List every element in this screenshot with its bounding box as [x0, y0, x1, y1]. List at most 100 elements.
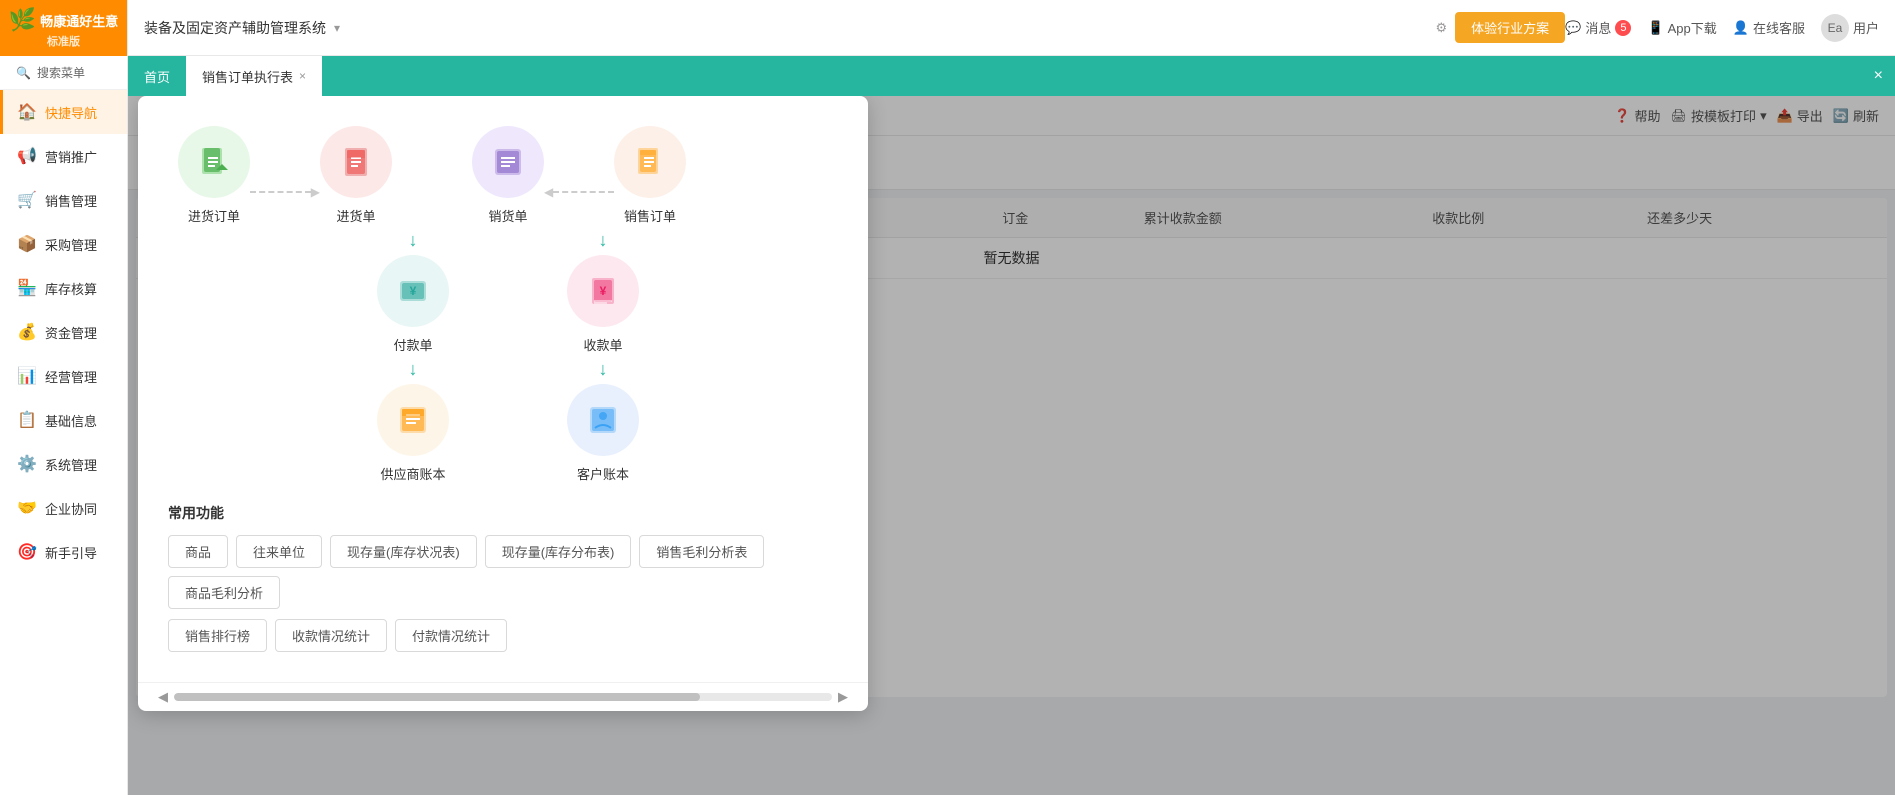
scroll-right-btn[interactable]: ▶	[838, 689, 848, 705]
message-btn[interactable]: 💬 消息 5	[1565, 18, 1631, 37]
sidebar-item-finance[interactable]: 💰 资金管理	[0, 310, 127, 354]
flow-node-purchase-bill[interactable]: 进货单	[320, 126, 392, 225]
supplier-ledger-circle[interactable]	[377, 384, 449, 456]
flow-node-payment-bill[interactable]: ¥ 付款单	[358, 255, 468, 354]
tab-close-icon[interactable]: ×	[299, 69, 306, 83]
flow-row-1: 进货订单 ▶	[178, 126, 828, 225]
payment-bill-circle[interactable]: ¥	[377, 255, 449, 327]
common-functions-title: 常用功能	[168, 503, 838, 523]
down-arrow-2: ↓	[599, 231, 608, 249]
operation-icon: 📊	[17, 366, 37, 386]
search-label: 搜索菜单	[37, 64, 85, 81]
sidebar-item-label: 快捷导航	[45, 103, 97, 122]
message-icon: 💬	[1565, 20, 1581, 36]
sidebar-item-quick-nav[interactable]: 🏠 快捷导航	[0, 90, 127, 134]
logo-sub: 标准版	[47, 33, 80, 49]
sales-bill-circle[interactable]	[472, 126, 544, 198]
user-menu[interactable]: Ea 用户	[1821, 14, 1879, 42]
down-arrow-3: ↓	[409, 360, 418, 378]
scroll-left-btn[interactable]: ◀	[158, 689, 168, 705]
search-icon: 🔍	[16, 66, 31, 80]
main-area: 装备及固定资产辅助管理系统 ▾ ⚙ 体验行业方案 💬 消息 5 📱 App下载 …	[128, 0, 1895, 795]
sidebar-item-system[interactable]: ⚙️ 系统管理	[0, 442, 127, 486]
btn-product[interactable]: 商品	[168, 535, 228, 568]
purchase-order-circle[interactable]	[178, 126, 250, 198]
system-title: 装备及固定资产辅助管理系统	[144, 18, 326, 38]
flow-node-customer-ledger[interactable]: 客户账本	[548, 384, 658, 483]
sidebar-item-label: 库存核算	[45, 279, 97, 298]
sidebar-item-marketing[interactable]: 📢 营销推广	[0, 134, 127, 178]
flow-node-supplier-ledger[interactable]: 供应商账本	[358, 384, 468, 483]
sidebar-item-label: 新手引导	[45, 543, 97, 562]
sidebar-item-newbie[interactable]: 🎯 新手引导	[0, 530, 127, 574]
btn-stock-dist[interactable]: 现存量(库存分布表)	[485, 535, 632, 568]
sidebar-item-label: 企业协同	[45, 499, 97, 518]
service-icon: 👤	[1733, 20, 1749, 36]
close-all-tabs[interactable]: ×	[1874, 67, 1883, 85]
svg-text:¥: ¥	[410, 284, 417, 298]
enterprise-icon: 🤝	[17, 498, 37, 518]
message-badge: 5	[1615, 20, 1631, 36]
content-area: ❓ 帮助 🖨 按模板打印 ▾ 📤 导出 🔄 刷新	[128, 96, 1895, 795]
scroll-thumb	[174, 693, 700, 701]
inventory-icon: 🏪	[17, 278, 37, 298]
btn-payment-stat[interactable]: 付款情况统计	[395, 619, 507, 652]
flow-node-receipt-bill[interactable]: ¥ 收款单	[548, 255, 658, 354]
btn-receipt-stat[interactable]: 收款情况统计	[275, 619, 387, 652]
sidebar-item-inventory[interactable]: 🏪 库存核算	[0, 266, 127, 310]
purchase-bill-circle[interactable]	[320, 126, 392, 198]
basic-icon: 📋	[17, 410, 37, 430]
app-download-label: App下载	[1668, 18, 1717, 37]
customer-ledger-circle[interactable]	[567, 384, 639, 456]
btn-product-margin[interactable]: 商品毛利分析	[168, 576, 280, 609]
scroll-hint: ◀ ▶	[138, 682, 868, 711]
message-label: 消息	[1585, 18, 1611, 37]
sales-bill-label: 销货单	[488, 206, 527, 225]
sidebar-item-sales[interactable]: 🛒 销售管理	[0, 178, 127, 222]
sidebar-item-label: 采购管理	[45, 235, 97, 254]
btn-sales-margin[interactable]: 销售毛利分析表	[639, 535, 764, 568]
home-tab-label: 首页	[144, 67, 170, 86]
flow-node-sales-bill[interactable]: 销货单	[472, 126, 544, 225]
btn-sales-rank[interactable]: 销售排行榜	[168, 619, 267, 652]
settings-icon[interactable]: ⚙	[1435, 20, 1447, 36]
sidebar-item-enterprise[interactable]: 🤝 企业协同	[0, 486, 127, 530]
tab-home[interactable]: 首页	[128, 56, 186, 96]
app-logo: 🌿 畅康通好生意 标准版	[0, 0, 127, 56]
online-service-btn[interactable]: 👤 在线客服	[1733, 18, 1805, 37]
trial-btn[interactable]: 体验行业方案	[1455, 12, 1565, 43]
common-buttons-row1: 商品 往来单位 现存量(库存状况表) 现存量(库存分布表) 销售毛利分析表 商品…	[168, 535, 838, 609]
marketing-icon: 📢	[17, 146, 37, 166]
system-icon: ⚙️	[17, 454, 37, 474]
user-avatar: Ea	[1821, 14, 1849, 42]
sidebar-item-purchase[interactable]: 📦 采购管理	[0, 222, 127, 266]
app-download-btn[interactable]: 📱 App下载	[1647, 18, 1716, 37]
payment-bill-label: 付款单	[393, 335, 432, 354]
flow-row-2: ↓ ↓	[178, 229, 828, 251]
sidebar-item-label: 系统管理	[45, 455, 97, 474]
expand-icon[interactable]: ▾	[334, 21, 340, 35]
customer-ledger-label: 客户账本	[577, 464, 629, 483]
flow-node-sales-order[interactable]: 销售订单	[614, 126, 686, 225]
purchase-bill-label: 进货单	[336, 206, 375, 225]
arrow-2: ◀	[544, 185, 614, 225]
flow-node-purchase-order[interactable]: 进货订单	[178, 126, 250, 225]
receipt-bill-circle[interactable]: ¥	[567, 255, 639, 327]
sidebar-item-basic[interactable]: 📋 基础信息	[0, 398, 127, 442]
sidebar-item-label: 经营管理	[45, 367, 97, 386]
flow-row-5: 供应商账本	[178, 384, 828, 483]
sidebar-search[interactable]: 🔍 搜索菜单	[0, 56, 127, 90]
tab-sales-order-execution[interactable]: 销售订单执行表 ×	[186, 56, 322, 96]
modal-overlay[interactable]: 进货订单 ▶	[128, 96, 1895, 795]
flow-row-3: ¥ 付款单 ¥	[178, 255, 828, 354]
sales-order-circle[interactable]	[614, 126, 686, 198]
btn-partner[interactable]: 往来单位	[236, 535, 322, 568]
sales-order-label: 销售订单	[624, 206, 676, 225]
sidebar-item-operation[interactable]: 📊 经营管理	[0, 354, 127, 398]
sidebar: 🌿 畅康通好生意 标准版 🔍 搜索菜单 🏠 快捷导航 📢 营销推广 🛒 销售管理…	[0, 0, 128, 795]
flow-section: 进货订单 ▶	[138, 96, 868, 503]
finance-icon: 💰	[17, 322, 37, 342]
btn-stock-status[interactable]: 现存量(库存状况表)	[330, 535, 477, 568]
svg-text:¥: ¥	[600, 284, 607, 298]
scroll-track[interactable]	[174, 693, 832, 701]
